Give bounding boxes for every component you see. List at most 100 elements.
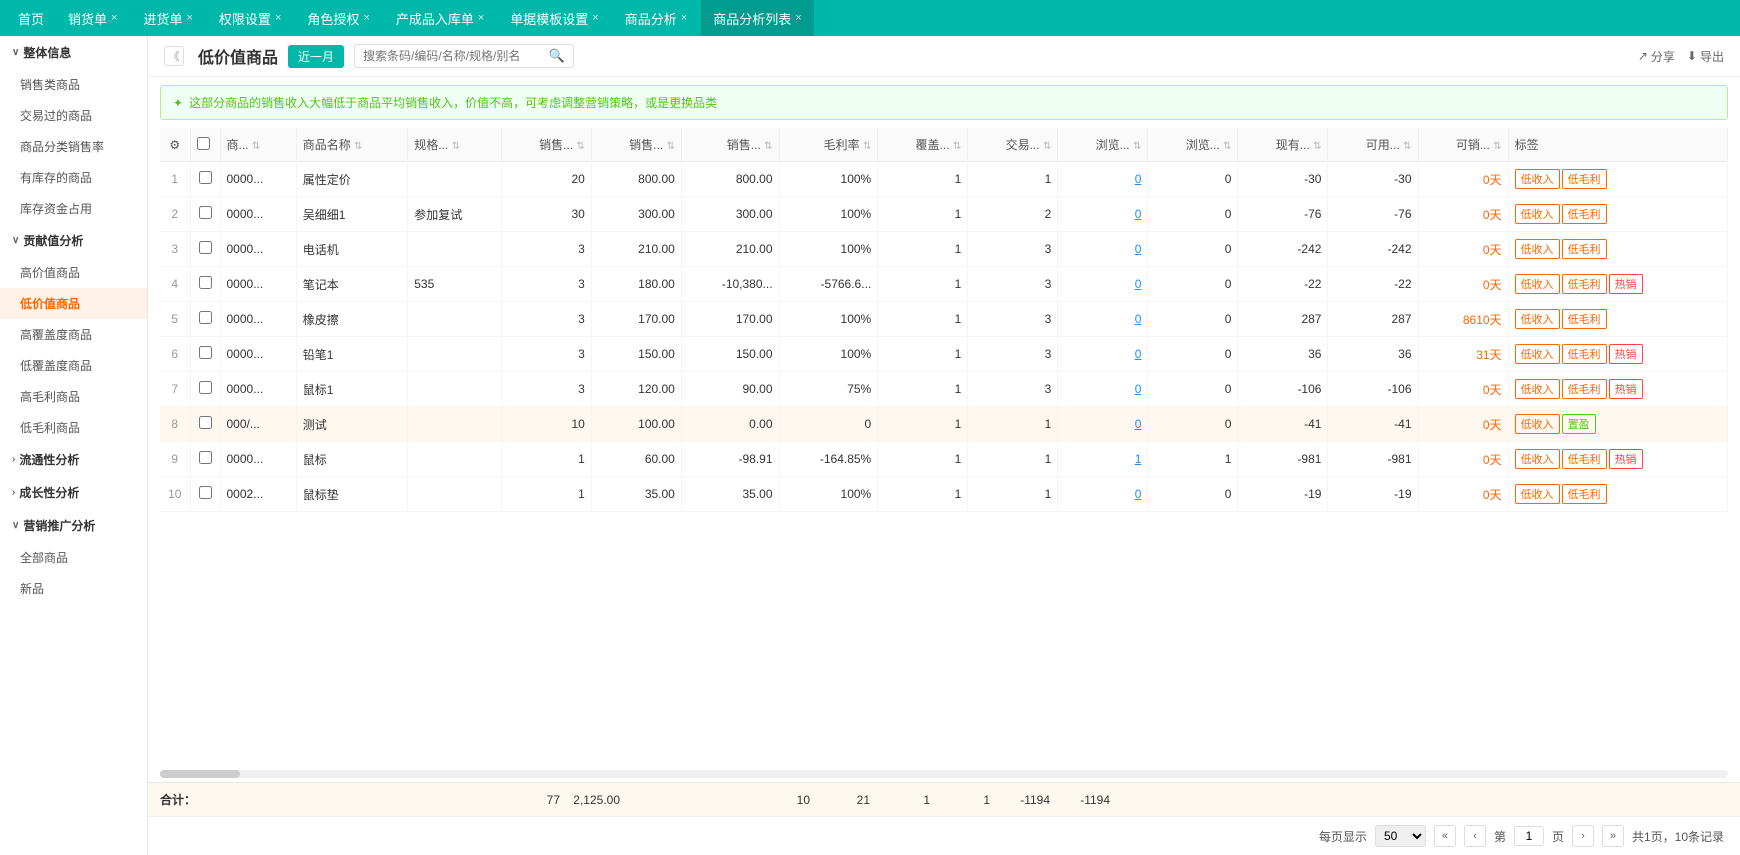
settings-column-header[interactable]: ⚙ — [160, 128, 190, 162]
sidebar-item-high-value[interactable]: 高价值商品 — [0, 257, 147, 288]
close-template-setting[interactable]: × — [592, 12, 598, 24]
sidebar-group-overall[interactable]: ∨ 整体信息 — [0, 36, 147, 69]
next-page-button[interactable]: › — [1572, 825, 1594, 847]
page-number-input[interactable] — [1514, 826, 1544, 846]
nav-permission[interactable]: 权限设置 × — [207, 0, 293, 36]
row-checkbox[interactable] — [199, 206, 212, 219]
footer-empty3 — [436, 793, 506, 807]
browse1-link[interactable]: 0 — [1135, 277, 1142, 291]
select-all-checkbox[interactable] — [197, 137, 210, 150]
row-sellable: 0天 — [1418, 267, 1508, 302]
sidebar-item-sales-products[interactable]: 销售类商品 — [0, 69, 147, 100]
browse1-link[interactable]: 0 — [1135, 382, 1142, 396]
close-role-auth[interactable]: × — [363, 12, 369, 24]
sellable-column-header[interactable]: 可销... ⇅ — [1418, 128, 1508, 162]
cover-column-header[interactable]: 覆盖... ⇅ — [878, 128, 968, 162]
horizontal-scrollbar[interactable] — [160, 770, 1728, 778]
product-tag: 热销 — [1609, 379, 1643, 399]
nav-template-setting[interactable]: 单据模板设置 × — [498, 0, 610, 36]
row-checkbox[interactable] — [199, 311, 212, 324]
row-checkbox[interactable] — [199, 416, 212, 429]
sale-avg-column-header[interactable]: 销售... ⇅ — [681, 128, 779, 162]
nav-sales-order[interactable]: 销货单 × — [56, 0, 129, 36]
sort-sale-qty-icon: ⇅ — [576, 141, 584, 152]
first-page-button[interactable]: « — [1434, 825, 1456, 847]
row-checkbox[interactable] — [199, 381, 212, 394]
product-tag: 低毛利 — [1562, 379, 1607, 399]
footer-empty2 — [316, 793, 436, 807]
nav-product-stock[interactable]: 产成品入库单 × — [384, 0, 496, 36]
sidebar-item-low-value[interactable]: 低价值商品 — [0, 288, 147, 319]
spec-column-header[interactable]: 规格... ⇅ — [408, 128, 502, 162]
browse1-link[interactable]: 0 — [1135, 417, 1142, 431]
row-checkbox[interactable] — [199, 171, 212, 184]
sidebar-group-marketing[interactable]: ∨ 营销推广分析 — [0, 509, 147, 542]
search-icon[interactable]: 🔍 — [549, 48, 565, 64]
sidebar-group-contribution[interactable]: ∨ 贡献值分析 — [0, 224, 147, 257]
browse1-link[interactable]: 0 — [1135, 207, 1142, 221]
row-checkbox[interactable] — [199, 276, 212, 289]
sidebar-item-traded-products[interactable]: 交易过的商品 — [0, 100, 147, 131]
close-sales-order[interactable]: × — [111, 12, 117, 24]
browse1-link[interactable]: 0 — [1135, 312, 1142, 326]
row-checkbox[interactable] — [199, 486, 212, 499]
browse1-link[interactable]: 1 — [1135, 452, 1142, 466]
close-permission[interactable]: × — [275, 12, 281, 24]
nav-role-auth[interactable]: 角色授权 × — [295, 0, 381, 36]
sidebar-item-category-rate[interactable]: 商品分类销售率 — [0, 131, 147, 162]
stock1-column-header[interactable]: 现有... ⇅ — [1238, 128, 1328, 162]
nav-product-analysis-list[interactable]: 商品分析列表 × — [701, 0, 813, 36]
sidebar-item-high-cover[interactable]: 高覆盖度商品 — [0, 319, 147, 350]
prev-page-button[interactable]: ‹ — [1464, 825, 1486, 847]
gross-rate-column-header[interactable]: 毛利率 ⇅ — [779, 128, 878, 162]
scrollbar-thumb[interactable] — [160, 770, 240, 778]
trade-column-header[interactable]: 交易... ⇅ — [968, 128, 1058, 162]
row-checkbox-cell — [190, 302, 220, 337]
row-browse1: 0 — [1058, 197, 1148, 232]
code-column-header[interactable]: 商... ⇅ — [220, 128, 296, 162]
sidebar-item-all-products[interactable]: 全部商品 — [0, 542, 147, 573]
last-page-button[interactable]: » — [1602, 825, 1624, 847]
sidebar-item-low-cover[interactable]: 低覆盖度商品 — [0, 350, 147, 381]
row-sale-avg: 150.00 — [681, 337, 779, 372]
sidebar-group-circulation[interactable]: › 流通性分析 — [0, 443, 147, 476]
close-product-stock[interactable]: × — [478, 12, 484, 24]
row-trade: 2 — [968, 197, 1058, 232]
browse1-column-header[interactable]: 浏览... ⇅ — [1058, 128, 1148, 162]
page-size-select[interactable]: 50 100 200 — [1375, 825, 1426, 847]
sidebar-item-stock-products[interactable]: 有库存的商品 — [0, 162, 147, 193]
row-checkbox[interactable] — [199, 451, 212, 464]
nav-purchase-order[interactable]: 进货单 × — [131, 0, 204, 36]
collapse-sidebar-button[interactable]: 《 — [164, 46, 184, 66]
sidebar-item-new-products[interactable]: 新品 — [0, 573, 147, 604]
browse2-column-header[interactable]: 浏览... ⇅ — [1148, 128, 1238, 162]
sidebar-group-growth[interactable]: › 成长性分析 — [0, 476, 147, 509]
stock2-column-header[interactable]: 可用... ⇅ — [1328, 128, 1418, 162]
browse1-link[interactable]: 0 — [1135, 172, 1142, 186]
row-stock1: -41 — [1238, 407, 1328, 442]
name-column-header[interactable]: 商品名称 ⇅ — [296, 128, 408, 162]
close-purchase-order[interactable]: × — [186, 12, 192, 24]
sale-qty-column-header[interactable]: 销售... ⇅ — [501, 128, 591, 162]
row-name: 测试 — [296, 407, 408, 442]
sidebar-item-low-margin[interactable]: 低毛利商品 — [0, 412, 147, 443]
browse1-link[interactable]: 0 — [1135, 242, 1142, 256]
row-checkbox[interactable] — [199, 241, 212, 254]
row-checkbox[interactable] — [199, 346, 212, 359]
close-product-analysis-list[interactable]: × — [795, 12, 801, 24]
sidebar-item-high-margin[interactable]: 高毛利商品 — [0, 381, 147, 412]
page-header: 《 低价值商品 近一月 🔍 ↗ 分享 ⬇ 导出 — [148, 36, 1740, 77]
nav-home[interactable]: 首页 — [8, 0, 54, 36]
nav-product-analysis[interactable]: 商品分析 × — [613, 0, 699, 36]
sale-amt-column-header[interactable]: 销售... ⇅ — [591, 128, 681, 162]
search-input[interactable] — [363, 49, 543, 63]
sidebar-item-stock-capital[interactable]: 库存资金占用 — [0, 193, 147, 224]
filter-recent-month-button[interactable]: 近一月 — [288, 45, 344, 68]
row-trade: 3 — [968, 267, 1058, 302]
browse1-link[interactable]: 0 — [1135, 487, 1142, 501]
browse1-link[interactable]: 0 — [1135, 347, 1142, 361]
footer-browse1: 1 — [876, 793, 936, 807]
export-button[interactable]: ⬇ 导出 — [1687, 48, 1724, 65]
close-product-analysis[interactable]: × — [681, 12, 687, 24]
share-button[interactable]: ↗ 分享 — [1638, 48, 1675, 65]
